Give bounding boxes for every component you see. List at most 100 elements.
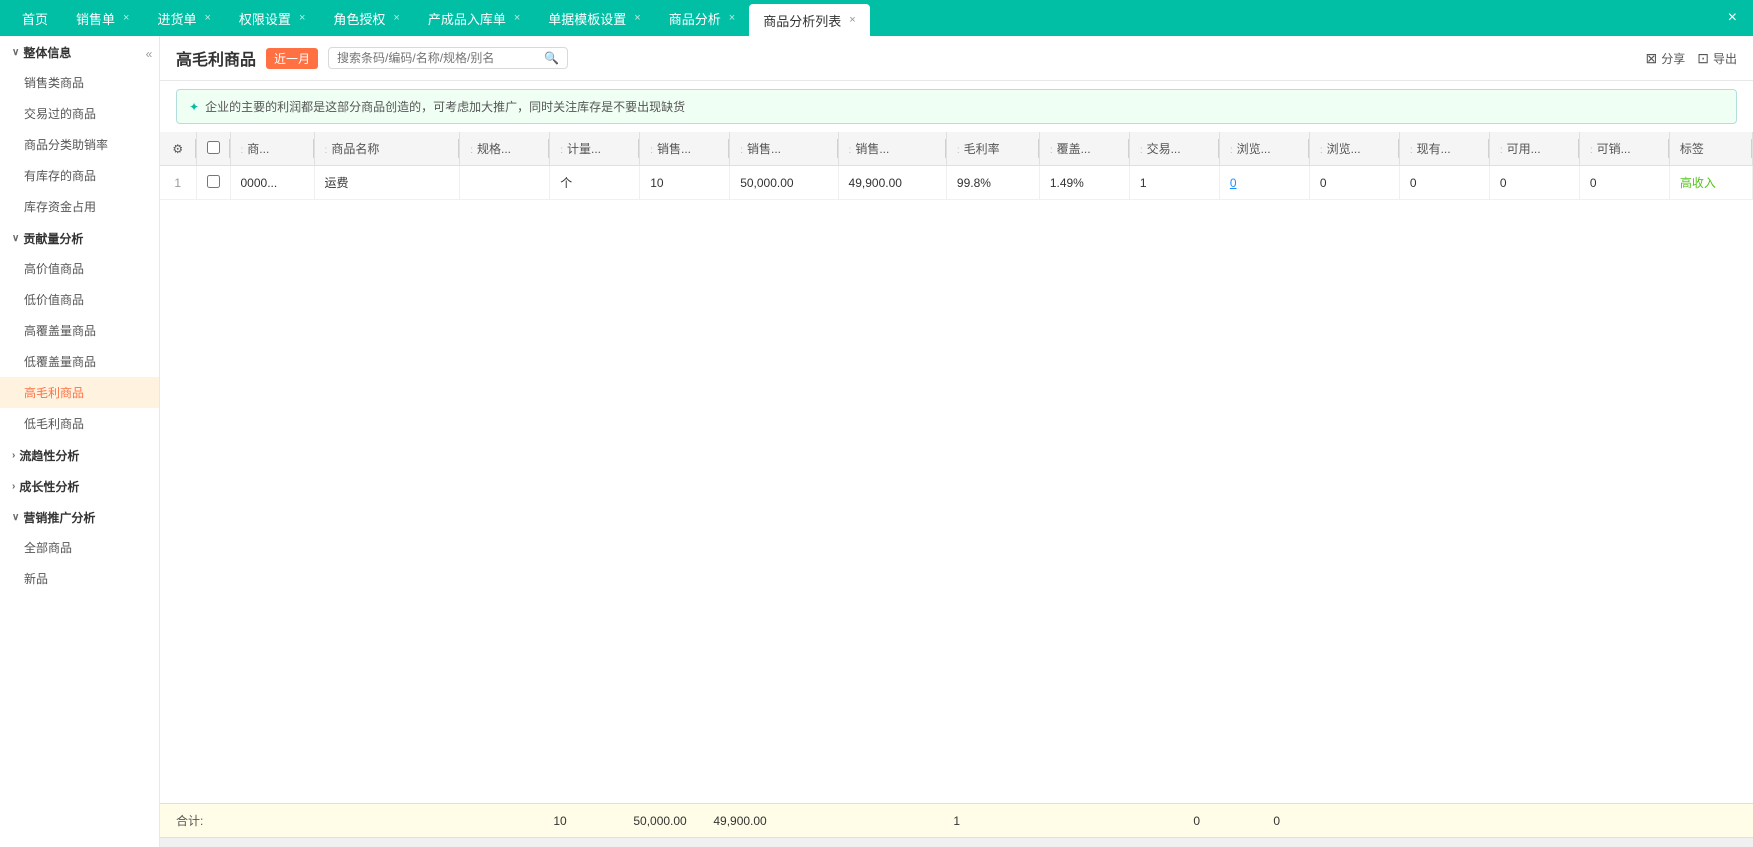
period-tag[interactable]: 近一月 <box>266 48 318 69</box>
sidebar-group-contribution[interactable]: ∨ 贡献量分析 <box>0 222 159 253</box>
nav-home[interactable]: 首页 <box>8 0 62 36</box>
close-icon[interactable]: × <box>393 12 399 24</box>
nav-purchase-order[interactable]: 进货单 × <box>143 0 224 36</box>
sidebar-item-all-goods[interactable]: 全部商品 <box>0 532 159 563</box>
close-icon[interactable]: × <box>123 12 129 24</box>
export-button[interactable]: ⊡ 导出 <box>1697 50 1737 67</box>
col-trade-count: :交易... <box>1129 132 1219 166</box>
close-icon[interactable]: × <box>204 12 210 24</box>
chevron-right-icon: › <box>12 481 15 492</box>
sidebar-item-category-rate[interactable]: 商品分类助销率 <box>0 129 159 160</box>
sort-icon[interactable]: : <box>1230 145 1233 156</box>
sort-icon[interactable]: : <box>740 145 743 156</box>
sidebar-collapse-button[interactable]: « <box>139 44 159 64</box>
sidebar-item-low-margin[interactable]: 低毛利商品 <box>0 408 159 439</box>
row-sales-qty: 10 <box>640 166 730 200</box>
info-icon: ✦ <box>189 100 199 114</box>
nav-role-auth[interactable]: 角色授权 × <box>319 0 413 36</box>
close-icon[interactable]: × <box>849 14 855 26</box>
search-box[interactable]: 🔍 <box>328 47 568 69</box>
row-views1[interactable]: 0 <box>1219 166 1309 200</box>
col-settings[interactable]: ⚙ <box>160 132 196 166</box>
row-sales-profit: 49,900.00 <box>838 166 946 200</box>
col-sales-amount: :销售... <box>730 132 838 166</box>
sidebar-item-traded-goods[interactable]: 交易过的商品 <box>0 98 159 129</box>
row-views2: 0 <box>1309 166 1399 200</box>
sidebar-group-marketing[interactable]: ∨ 营销推广分析 <box>0 501 159 532</box>
col-views1: :浏览... <box>1219 132 1309 166</box>
sidebar-item-high-value[interactable]: 高价值商品 <box>0 253 159 284</box>
sidebar-item-new-goods[interactable]: 新品 <box>0 563 159 594</box>
nav-product-inbound[interactable]: 产成品入库单 × <box>414 0 534 36</box>
sidebar-item-high-coverage[interactable]: 高覆盖量商品 <box>0 315 159 346</box>
sidebar-group-growth[interactable]: › 成长性分析 <box>0 470 159 501</box>
col-unit: :计量... <box>550 132 640 166</box>
footer-sales-profit: 49,900.00 <box>703 814 783 828</box>
row-spec <box>460 166 550 200</box>
close-icon[interactable]: × <box>299 12 305 24</box>
content-area: 高毛利商品 近一月 🔍 ⊠ 分享 ⊡ 导出 ✦ 企业的主要的利润都是这部分商品创… <box>160 36 1753 847</box>
sort-icon[interactable]: : <box>1050 145 1053 156</box>
sidebar-item-sales-goods[interactable]: 销售类商品 <box>0 67 159 98</box>
search-icon[interactable]: 🔍 <box>544 51 559 65</box>
col-code: :商... <box>230 132 314 166</box>
nav-product-analysis[interactable]: 商品分析 × <box>655 0 749 36</box>
sort-icon[interactable]: : <box>470 145 473 156</box>
nav-product-analysis-list[interactable]: 商品分析列表 × <box>749 4 869 36</box>
sidebar-item-low-coverage[interactable]: 低覆盖量商品 <box>0 346 159 377</box>
close-icon[interactable]: × <box>514 12 520 24</box>
header-actions: ⊠ 分享 ⊡ 导出 <box>1646 50 1738 67</box>
sidebar-group-flow[interactable]: › 流趋性分析 <box>0 439 159 470</box>
close-icon[interactable]: × <box>729 12 735 24</box>
row-trade-count: 1 <box>1129 166 1219 200</box>
sidebar-item-low-value[interactable]: 低价值商品 <box>0 284 159 315</box>
col-coverage: :覆盖... <box>1039 132 1129 166</box>
search-input[interactable] <box>337 51 540 65</box>
col-views2: :浏览... <box>1309 132 1399 166</box>
row-name: 运费 <box>314 166 460 200</box>
sidebar-item-stock-capital[interactable]: 库存资金占用 <box>0 191 159 222</box>
row-select-checkbox[interactable] <box>207 175 220 188</box>
table-footer: 合计: 10 50,000.00 49,900.00 1 0 0 <box>160 803 1753 837</box>
export-icon: ⊡ <box>1697 50 1709 67</box>
sort-icon[interactable]: : <box>1500 145 1503 156</box>
chevron-right-icon: › <box>12 450 15 461</box>
main-layout: « ∨ 整体信息 销售类商品 交易过的商品 商品分类助销率 有库存的商品 库存资… <box>0 36 1753 847</box>
sidebar-item-high-margin[interactable]: 高毛利商品 <box>0 377 159 408</box>
nav-sales-order[interactable]: 销售单 × <box>62 0 143 36</box>
data-table: ⚙ :商... :商品名称 :规格... :计量... :销售... :销售..… <box>160 132 1753 200</box>
row-checkbox[interactable] <box>196 166 230 200</box>
sidebar-group-overall[interactable]: ∨ 整体信息 <box>0 36 159 67</box>
content-header: 高毛利商品 近一月 🔍 ⊠ 分享 ⊡ 导出 <box>160 36 1753 81</box>
col-spec: :规格... <box>460 132 550 166</box>
sidebar: « ∨ 整体信息 销售类商品 交易过的商品 商品分类助销率 有库存的商品 库存资… <box>0 36 160 847</box>
footer-available-stock: 0 <box>1263 814 1343 828</box>
sidebar-item-stocked-goods[interactable]: 有库存的商品 <box>0 160 159 191</box>
nav-template-settings[interactable]: 单据模板设置 × <box>534 0 654 36</box>
sort-icon[interactable]: : <box>1590 145 1593 156</box>
share-button[interactable]: ⊠ 分享 <box>1646 50 1686 67</box>
sort-icon[interactable]: : <box>1410 145 1413 156</box>
sort-icon[interactable]: : <box>1140 145 1143 156</box>
horizontal-scrollbar[interactable] <box>160 837 1753 847</box>
sort-icon[interactable]: : <box>560 145 563 156</box>
sort-icon[interactable]: : <box>325 145 328 156</box>
sort-icon[interactable]: : <box>849 145 852 156</box>
sort-icon[interactable]: : <box>957 145 960 156</box>
select-all-checkbox[interactable] <box>207 141 220 154</box>
close-icon[interactable]: × <box>634 12 640 24</box>
col-checkbox[interactable] <box>196 132 230 166</box>
chevron-down-icon: ∨ <box>12 47 19 58</box>
row-gross-margin: 99.8% <box>946 166 1039 200</box>
nav-permission-settings[interactable]: 权限设置 × <box>225 0 319 36</box>
sort-icon[interactable]: : <box>241 145 244 156</box>
col-available-stock: :可用... <box>1489 132 1579 166</box>
top-navigation: 首页 销售单 × 进货单 × 权限设置 × 角色授权 × 产成品入库单 × 单据… <box>0 0 1753 36</box>
col-gross-margin: :毛利率 <box>946 132 1039 166</box>
window-close-button[interactable]: × <box>1720 9 1745 27</box>
col-tag: 标签 <box>1669 132 1752 166</box>
sort-icon[interactable]: : <box>650 145 653 156</box>
sort-icon[interactable]: : <box>1320 145 1323 156</box>
table-container: ⚙ :商... :商品名称 :规格... :计量... :销售... :销售..… <box>160 132 1753 803</box>
table-row: 1 0000... 运费 个 10 50,000.00 49,900.00 99… <box>160 166 1753 200</box>
